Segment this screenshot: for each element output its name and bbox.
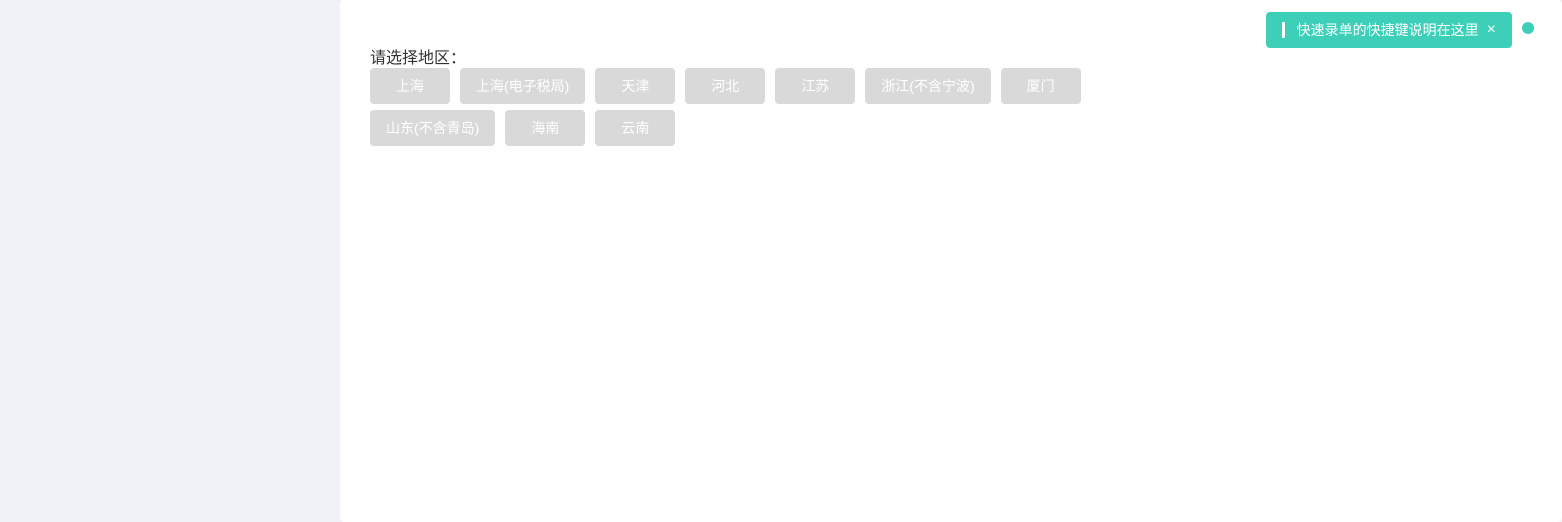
- region-button-yunnan[interactable]: 云南: [595, 110, 675, 146]
- region-buttons-row2: 山东(不含青岛) 海南云南: [370, 110, 675, 146]
- tooltip-text: 快速录单的快捷键说明在这里: [1297, 20, 1479, 40]
- tooltip-dot: [1522, 22, 1534, 34]
- region-button-hebei[interactable]: 河北: [685, 68, 765, 104]
- region-button-zhejiang[interactable]: 浙江(不含宁波): [865, 68, 990, 104]
- tooltip-banner: 快速录单的快捷键说明在这里 ×: [1266, 12, 1512, 48]
- tooltip-left-bar: [1282, 22, 1285, 38]
- region-button-shanghai[interactable]: 上海: [370, 68, 450, 104]
- region-button-tianjin[interactable]: 天津: [595, 68, 675, 104]
- region-button-shandong[interactable]: 山东(不含青岛): [370, 110, 495, 146]
- main-content: 请选择地区： 上海上海(电子税局) 天津河北江苏浙江(不含宁波) 厦门 山东(不含青…: [340, 0, 1562, 522]
- page-label: 请选择地区：: [370, 44, 466, 68]
- region-button-jiangsu[interactable]: 江苏: [775, 68, 855, 104]
- region-button-hainan[interactable]: 海南: [505, 110, 585, 146]
- region-button-shanghai-e[interactable]: 上海(电子税局): [460, 68, 585, 104]
- region-button-xiamen[interactable]: 厦门: [1001, 68, 1081, 104]
- sidebar: [0, 0, 340, 522]
- tooltip-close-button[interactable]: ×: [1487, 22, 1496, 38]
- region-buttons-row1: 上海上海(电子税局) 天津河北江苏浙江(不含宁波) 厦门: [370, 68, 1081, 104]
